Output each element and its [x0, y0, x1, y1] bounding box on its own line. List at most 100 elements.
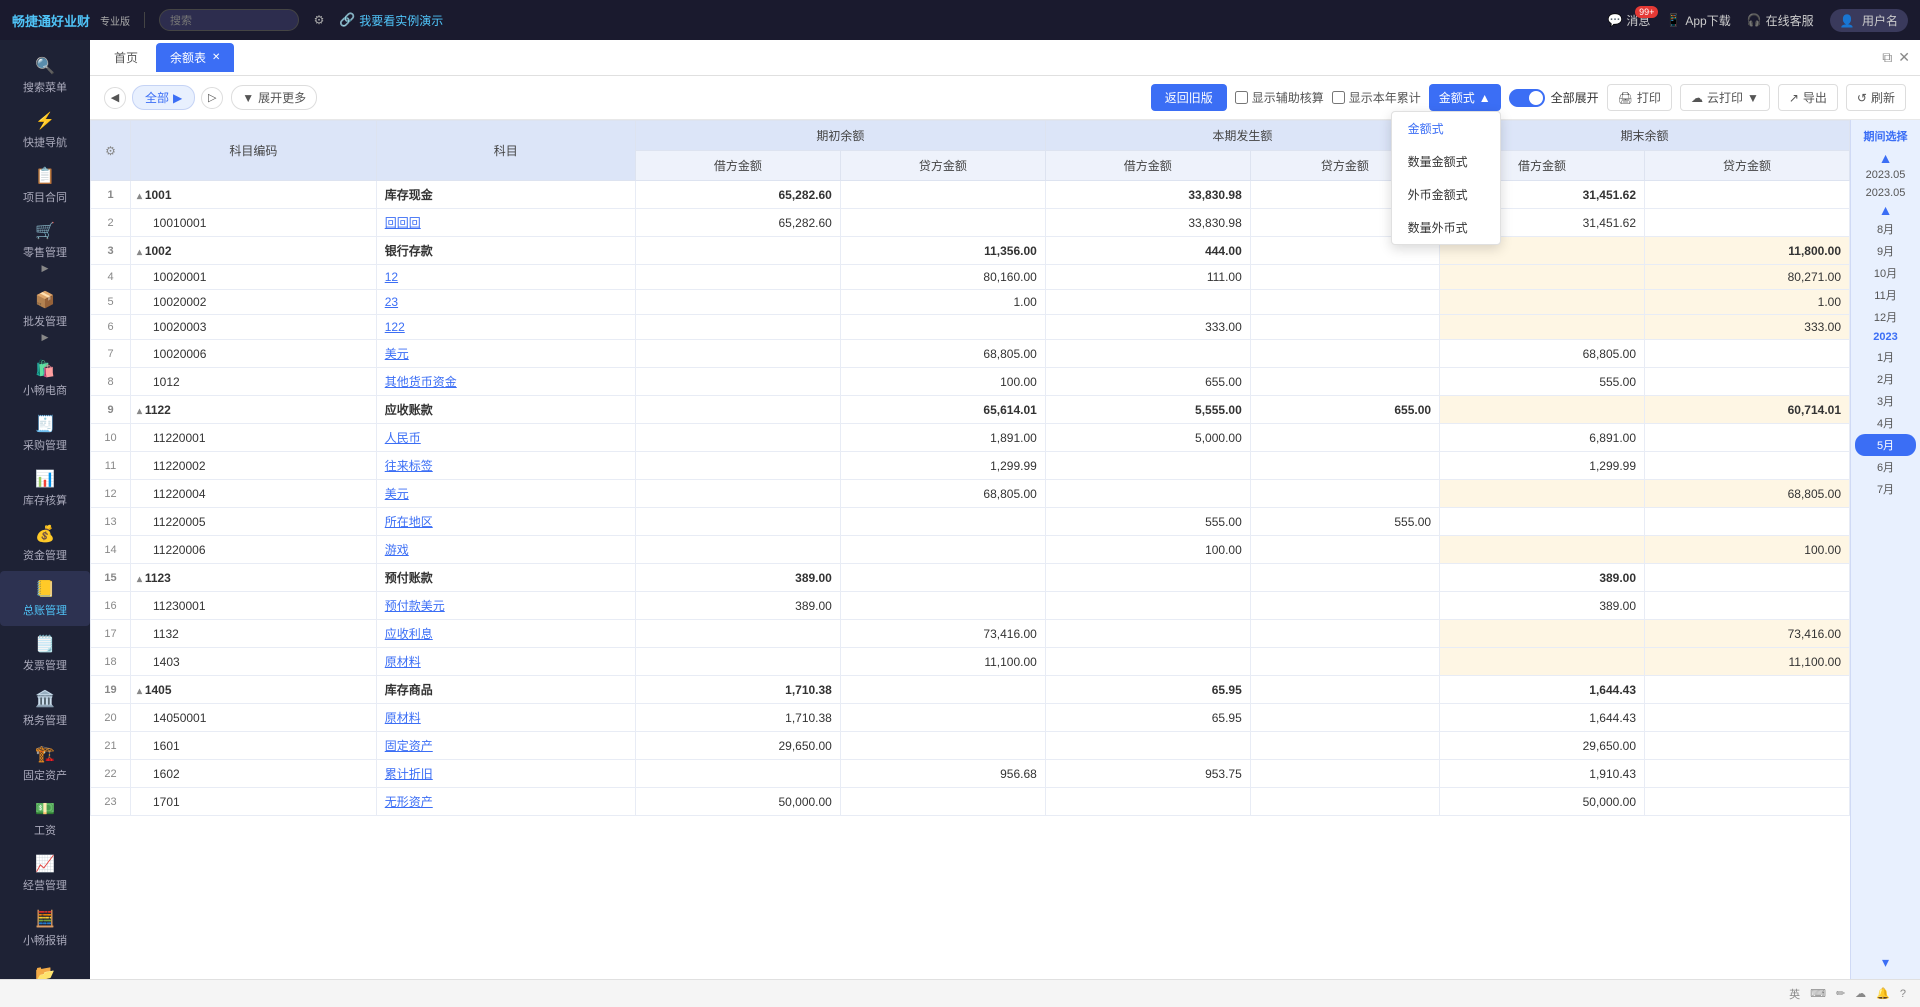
user-area[interactable]: 👤 用户名 [1830, 9, 1908, 32]
amount-cell: 5,000.00 [1045, 424, 1250, 452]
amount-style-wrapper: 金额式 ▲ 金额式 数量金额式 外币金额式 数量外币式 [1429, 84, 1501, 111]
app-download-btn[interactable]: 📱 App下载 [1666, 12, 1730, 29]
sidebar-item-basic[interactable]: 📂 基础信息 [0, 956, 90, 979]
table-row: 1211220004美元68,805.0068,805.00 [91, 480, 1850, 508]
tab-close-btn[interactable]: ✕ [212, 52, 220, 63]
month-2[interactable]: 2月 [1855, 368, 1916, 390]
account-name[interactable]: 原材料 [376, 704, 635, 732]
month-12[interactable]: 12月 [1855, 306, 1916, 328]
lang-icon[interactable]: 英 [1789, 986, 1800, 1002]
month-9[interactable]: 9月 [1855, 240, 1916, 262]
refresh-btn[interactable]: ↺ 刷新 [1846, 84, 1906, 111]
account-name[interactable]: 美元 [376, 480, 635, 508]
sidebar-item-tax[interactable]: 🏛️ 税务管理 [0, 681, 90, 736]
column-settings-icon[interactable]: ⚙ [105, 144, 116, 158]
month-8[interactable]: 8月 [1855, 218, 1916, 240]
sidebar-item-capital[interactable]: 💰 资金管理 [0, 516, 90, 571]
help-icon[interactable]: ? [1900, 988, 1906, 1000]
month-10[interactable]: 10月 [1855, 262, 1916, 284]
breadcrumb-all[interactable]: 全部 ▶ [132, 85, 195, 110]
sidebar-item-quicknav[interactable]: ⚡ 快捷导航 [0, 103, 90, 158]
sidebar-item-search[interactable]: 🔍 搜索菜单 [0, 48, 90, 103]
account-name[interactable]: 回回回 [376, 209, 635, 237]
account-name[interactable]: 预付款美元 [376, 592, 635, 620]
tax-icon: 🏛️ [35, 689, 55, 709]
amount-cell [840, 315, 1045, 340]
period-expand-up[interactable]: ▲ [1879, 150, 1893, 166]
account-name[interactable]: 往来标签 [376, 452, 635, 480]
account-name[interactable]: 原材料 [376, 648, 635, 676]
sidebar-item-ecommerce[interactable]: 🛍️ 小畅电商 [0, 351, 90, 406]
account-name[interactable]: 应收利息 [376, 620, 635, 648]
return-old-btn[interactable]: 返回旧版 [1151, 84, 1227, 111]
expand-toggle[interactable] [1509, 89, 1545, 107]
tab-restore-btn[interactable]: ⧉ [1882, 49, 1892, 66]
month-1[interactable]: 1月 [1855, 346, 1916, 368]
account-code: ▴ 1002 [131, 237, 377, 265]
account-name[interactable]: 无形资产 [376, 788, 635, 816]
sidebar-item-purchase[interactable]: 🧾 采购管理 [0, 406, 90, 461]
invoice-icon: 🗒️ [35, 634, 55, 654]
sidebar-item-assets[interactable]: 🏗️ 固定资产 [0, 736, 90, 791]
show-ytd-checkbox[interactable] [1332, 91, 1345, 104]
amount-cell [1440, 290, 1645, 315]
month-4[interactable]: 4月 [1855, 412, 1916, 434]
month-3[interactable]: 3月 [1855, 390, 1916, 412]
sidebar-item-project[interactable]: 📋 项目合同 [0, 158, 90, 213]
month-7[interactable]: 7月 [1855, 478, 1916, 500]
print-btn[interactable]: 🖨 打印 [1607, 84, 1672, 111]
account-name[interactable]: 游戏 [376, 536, 635, 564]
export-btn[interactable]: ↗ 导出 [1778, 84, 1838, 111]
tab-close-all-btn[interactable]: ✕ [1898, 49, 1910, 66]
dropdown-item-shuliang-waib[interactable]: 数量外币式 [1392, 211, 1500, 244]
tab-balance[interactable]: 余额表 ✕ [156, 43, 234, 72]
sales-icon: 🧮 [35, 909, 55, 929]
amount-cell [1645, 508, 1850, 536]
account-name[interactable]: 人民币 [376, 424, 635, 452]
month-6[interactable]: 6月 [1855, 456, 1916, 478]
month-11[interactable]: 11月 [1855, 284, 1916, 306]
account-name: 银行存款 [376, 237, 635, 265]
account-name[interactable]: 美元 [376, 340, 635, 368]
top-search-input[interactable] [170, 15, 290, 27]
dropdown-item-shuliang-jine[interactable]: 数量金额式 [1392, 145, 1500, 178]
account-name[interactable]: 固定资产 [376, 732, 635, 760]
amount-cell: 1,299.99 [1440, 452, 1645, 480]
nav-forward-btn[interactable]: ▷ [201, 87, 223, 109]
settings-icon-top[interactable]: ⚙ [309, 10, 329, 30]
dropdown-item-waib-jine[interactable]: 外币金额式 [1392, 178, 1500, 211]
messages-btn[interactable]: 💬 消息 99+ [1607, 12, 1650, 29]
month-5[interactable]: 5月 [1855, 434, 1916, 456]
account-name[interactable]: 其他货币资金 [376, 368, 635, 396]
notification-badge: 99+ [1635, 6, 1658, 18]
account-name[interactable]: 累计折旧 [376, 760, 635, 788]
amount-cell [1045, 592, 1250, 620]
sidebar-item-inventory[interactable]: 📊 库存核算 [0, 461, 90, 516]
sidebar-item-invoice[interactable]: 🗒️ 发票管理 [0, 626, 90, 681]
sidebar-item-sales[interactable]: 🧮 小畅报销 [0, 901, 90, 956]
period-expand-up2[interactable]: ▲ [1879, 202, 1893, 218]
balance-table: ⚙ 科目编码 科目 期初余额 本期发生额 期末余额 借方金额 贷方金额 借方金额 [90, 120, 1850, 816]
amount-cell [1440, 480, 1645, 508]
bottom-bar-right: 英 ⌨ ✏ ☁ 🔔 ? [1789, 986, 1906, 1002]
expand-more-btn[interactable]: ▼ 展开更多 [231, 85, 317, 110]
cloud-print-btn[interactable]: ☁ 云打印 ▼ [1680, 84, 1770, 111]
sidebar-item-salary[interactable]: 💵 工资 [0, 791, 90, 846]
account-name[interactable]: 12 [376, 265, 635, 290]
nav-prev-btn[interactable]: ◀ [104, 87, 126, 109]
dropdown-item-jine[interactable]: 金额式 [1392, 112, 1500, 145]
amount-style-btn[interactable]: 金额式 ▲ [1429, 84, 1501, 111]
sidebar-item-wholesale[interactable]: 📦 批发管理 ▶ [0, 282, 90, 351]
sidebar-item-operations[interactable]: 📈 经营管理 [0, 846, 90, 901]
period-expand-down[interactable]: ▾ [1882, 954, 1889, 971]
online-service-btn[interactable]: 🎧 在线客服 [1747, 12, 1814, 29]
demo-link[interactable]: 🔗 我要看实例演示 [339, 12, 443, 29]
tab-home[interactable]: 首页 [100, 43, 152, 72]
table-container[interactable]: ⚙ 科目编码 科目 期初余额 本期发生额 期末余额 借方金额 贷方金额 借方金额 [90, 120, 1850, 979]
show-auxiliary-checkbox[interactable] [1235, 91, 1248, 104]
account-name[interactable]: 所在地区 [376, 508, 635, 536]
account-name[interactable]: 122 [376, 315, 635, 340]
sidebar-item-accounting[interactable]: 📒 总账管理 [0, 571, 90, 626]
sidebar-item-retail[interactable]: 🛒 零售管理 ▶ [0, 213, 90, 282]
account-name[interactable]: 23 [376, 290, 635, 315]
